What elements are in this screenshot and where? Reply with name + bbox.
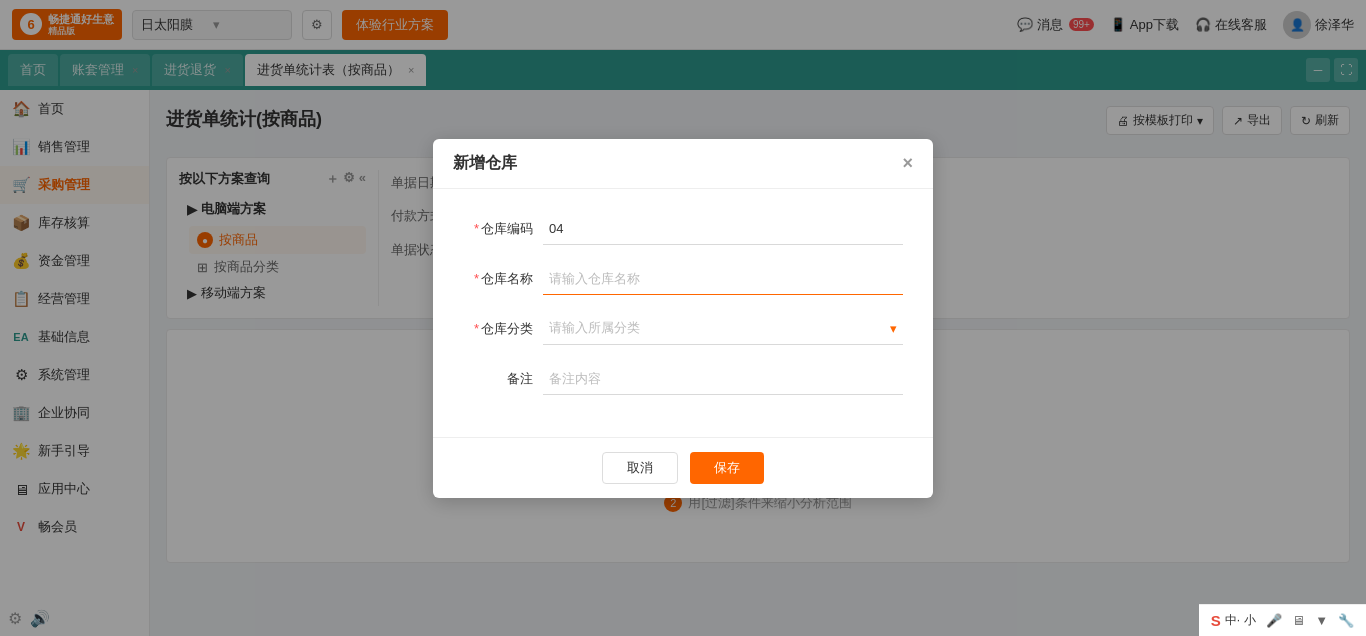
form-row-category: *仓库分类 请输入所属分类 ▾	[463, 313, 903, 345]
code-input[interactable]	[543, 213, 903, 245]
name-input[interactable]	[543, 263, 903, 295]
form-row-remark: 备注	[463, 363, 903, 395]
modal-body: *仓库编码 *仓库名称 *仓库分类 请输入所属分类 ▾	[433, 189, 933, 437]
modal-overlay[interactable]: 新增仓库 × *仓库编码 *仓库名称 *仓库分类	[0, 0, 1366, 636]
bottom-logo: S 中· 小	[1211, 612, 1256, 629]
name-label: *仓库名称	[463, 270, 533, 288]
chevron-down-icon: ▾	[890, 321, 897, 336]
code-label: *仓库编码	[463, 220, 533, 238]
s-logo-icon: S	[1211, 612, 1221, 629]
modal-close-button[interactable]: ×	[902, 153, 913, 174]
category-placeholder: 请输入所属分类	[549, 319, 640, 337]
category-label: *仓库分类	[463, 320, 533, 338]
wrench-icon[interactable]: 🔧	[1338, 613, 1354, 628]
remark-label: 备注	[463, 370, 533, 388]
modal-header: 新增仓库 ×	[433, 139, 933, 189]
modal-add-warehouse: 新增仓库 × *仓库编码 *仓库名称 *仓库分类	[433, 139, 933, 498]
form-row-name: *仓库名称	[463, 263, 903, 295]
category-select[interactable]: 请输入所属分类 ▾	[543, 313, 903, 345]
save-button[interactable]: 保存	[690, 452, 764, 484]
remark-input[interactable]	[543, 363, 903, 395]
modal-title: 新增仓库	[453, 153, 517, 174]
modal-footer: 取消 保存	[433, 437, 933, 498]
monitor-icon[interactable]: 🖥	[1292, 613, 1305, 628]
form-row-code: *仓库编码	[463, 213, 903, 245]
mic-icon[interactable]: 🎤	[1266, 613, 1282, 628]
dropdown-icon[interactable]: ▼	[1315, 613, 1328, 628]
cancel-button[interactable]: 取消	[602, 452, 678, 484]
bottom-bar: S 中· 小 🎤 🖥 ▼ 🔧	[1199, 604, 1366, 636]
